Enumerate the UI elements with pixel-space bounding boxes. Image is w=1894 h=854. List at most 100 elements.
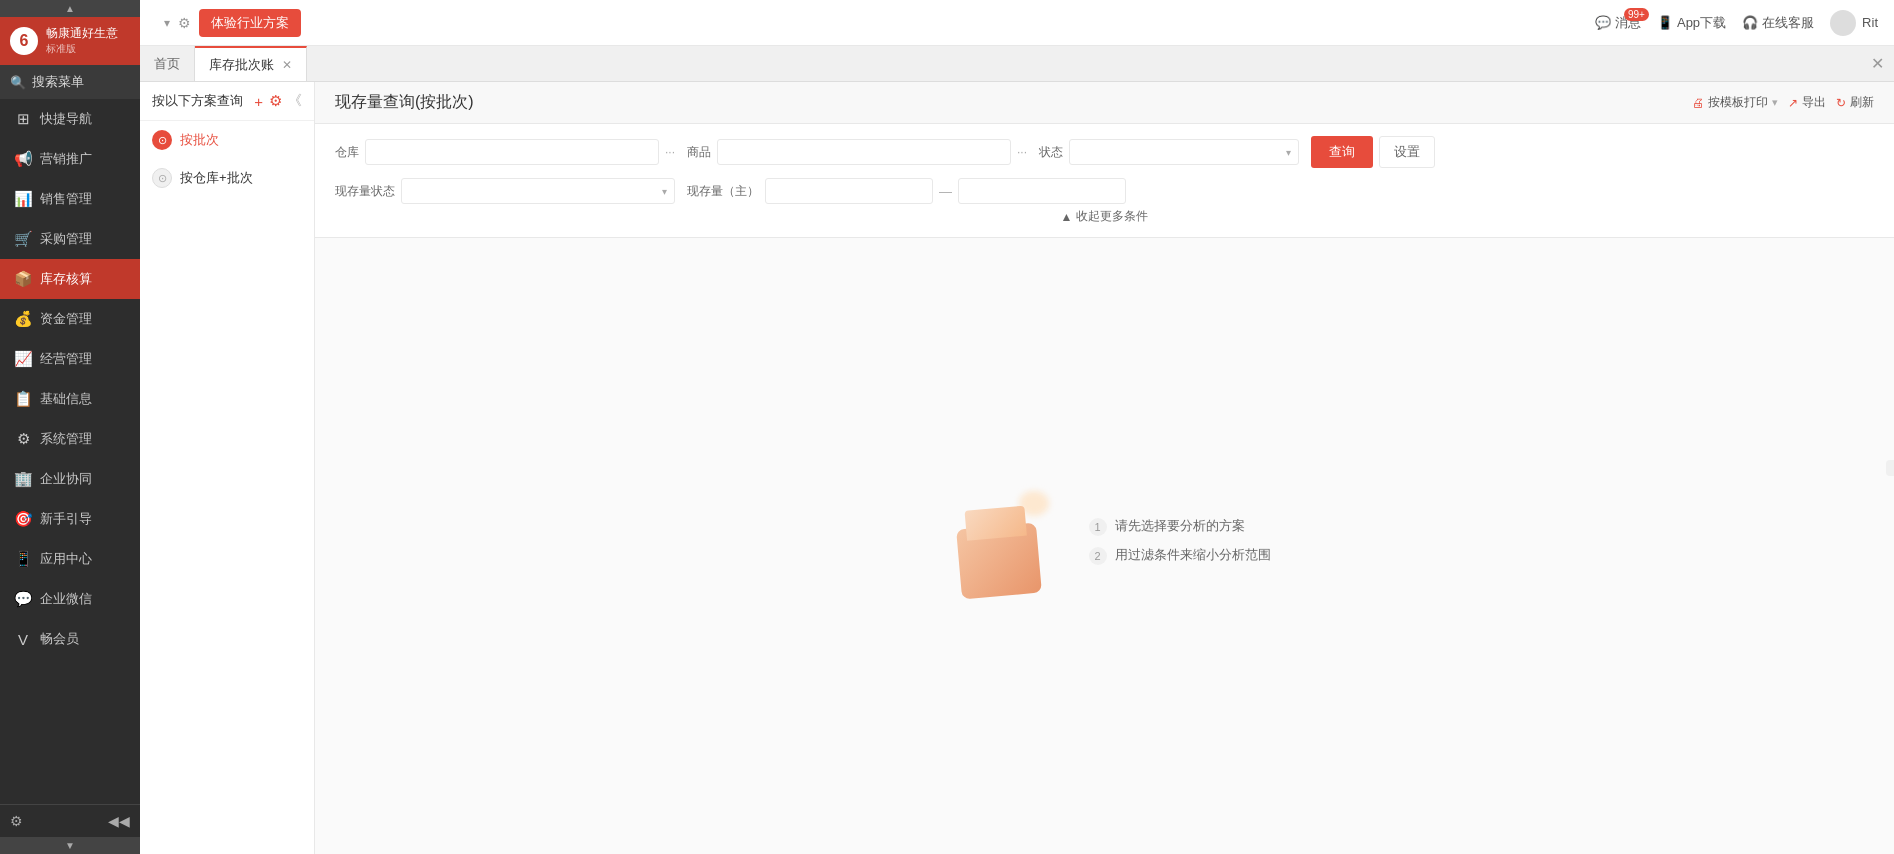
empty-tip-1: 1 请先选择要分析的方案 xyxy=(1089,517,1271,536)
tab-inventory-batch-label: 库存批次账 xyxy=(209,56,274,74)
sidebar-item-wechat[interactable]: 💬 企业微信 xyxy=(0,579,140,619)
status-filter-group: 状态 全部 正常 停用 xyxy=(1039,139,1299,165)
collapse-left-btn[interactable]: 《 xyxy=(288,92,302,110)
plan-icon-wh-batch: ⊙ xyxy=(152,168,172,188)
left-panel-actions: + ⚙ 《 xyxy=(254,92,302,110)
plan-item-by-batch[interactable]: ⊙ 按批次 xyxy=(140,121,314,159)
warehouse-input[interactable] xyxy=(365,139,659,165)
main-area: ▾ ⚙ 体验行业方案 💬 消息 99+ 📱 App下载 🎧 在线客服 Rit xyxy=(140,0,1894,854)
filter-buttons: 查询 设置 xyxy=(1311,136,1435,168)
app-edition: 标准版 xyxy=(46,42,118,56)
sidebar-item-inventory[interactable]: 📦 库存核算 xyxy=(0,259,140,299)
nav-label-wechat: 企业微信 xyxy=(40,590,92,608)
product-label: 商品 xyxy=(687,144,711,161)
sidebar-item-marketing[interactable]: 📢 营销推广 xyxy=(0,139,140,179)
tip-text-1: 请先选择要分析的方案 xyxy=(1115,517,1245,535)
print-dropdown-icon[interactable]: ▾ xyxy=(1772,96,1778,109)
nav-label-operation: 经营管理 xyxy=(40,350,92,368)
tab-inventory-batch[interactable]: 库存批次账 ✕ xyxy=(195,46,307,81)
product-input[interactable] xyxy=(717,139,1011,165)
sidebar-item-operation[interactable]: 📈 经营管理 xyxy=(0,339,140,379)
app-download-btn[interactable]: 📱 App下载 xyxy=(1657,14,1726,32)
nav-icon-newbie: 🎯 xyxy=(14,510,32,528)
topbar-settings-icon[interactable]: ⚙ xyxy=(178,15,191,31)
nav-icon-quick-nav: ⊞ xyxy=(14,110,32,128)
add-plan-btn[interactable]: + xyxy=(254,93,263,110)
left-panel-header: 按以下方案查询 + ⚙ 《 xyxy=(140,82,314,121)
chevron-up-icon: ▲ xyxy=(1061,210,1073,224)
tabs-bar: 首页 库存批次账 ✕ ✕ xyxy=(140,46,1894,82)
breadcrumb-dropdown-icon[interactable]: ▾ xyxy=(164,16,170,30)
online-service-btn[interactable]: 🎧 在线客服 xyxy=(1742,14,1814,32)
sidebar-item-finance[interactable]: 💰 资金管理 xyxy=(0,299,140,339)
inv-amount-max[interactable] xyxy=(958,178,1126,204)
refresh-label: 刷新 xyxy=(1850,94,1874,111)
sidebar-scroll-up[interactable]: ▲ xyxy=(0,0,140,17)
sidebar-item-newbie[interactable]: 🎯 新手引导 xyxy=(0,499,140,539)
tabs-close-all-btn[interactable]: ✕ xyxy=(1861,46,1894,81)
sidebar-nav: ⊞ 快捷导航 📢 营销推广 📊 销售管理 🛒 采购管理 📦 库存核算 💰 资金管… xyxy=(0,99,140,804)
filter-row-1: 仓库 ··· 商品 ··· 状态 xyxy=(335,136,1874,168)
trial-btn[interactable]: 体验行业方案 xyxy=(199,9,301,37)
sidebar-item-basic[interactable]: 📋 基础信息 xyxy=(0,379,140,419)
plan-item-by-warehouse-batch[interactable]: ⊙ 按仓库+批次 xyxy=(140,159,314,197)
message-btn[interactable]: 💬 消息 99+ xyxy=(1595,14,1641,32)
warehouse-dots[interactable]: ··· xyxy=(665,145,675,159)
nav-label-purchase: 采购管理 xyxy=(40,230,92,248)
status-select[interactable]: 全部 正常 停用 xyxy=(1069,139,1299,165)
sidebar-item-enterprise[interactable]: 🏢 企业协同 xyxy=(0,459,140,499)
app-download-icon: 📱 xyxy=(1657,15,1673,30)
refresh-btn[interactable]: ↻ 刷新 xyxy=(1836,94,1874,111)
sidebar-item-vip[interactable]: V 畅会员 xyxy=(0,619,140,659)
app-download-label: App下载 xyxy=(1677,14,1726,32)
nav-label-marketing: 营销推广 xyxy=(40,150,92,168)
tab-home[interactable]: 首页 xyxy=(140,46,195,81)
right-panel: 现存量查询(按批次) 🖨 按模板打印 ▾ ↗ 导出 ↻ 刷新 xyxy=(315,82,1894,854)
topbar-left: ▾ ⚙ 体验行业方案 xyxy=(156,9,301,37)
left-panel-title: 按以下方案查询 xyxy=(152,92,243,110)
sidebar-item-sales[interactable]: 📊 销售管理 xyxy=(0,179,140,219)
nav-icon-purchase: 🛒 xyxy=(14,230,32,248)
export-icon: ↗ xyxy=(1788,96,1798,110)
sidebar-item-system[interactable]: ⚙ 系统管理 xyxy=(0,419,140,459)
message-badge: 99+ xyxy=(1624,8,1649,21)
service-label: 在线客服 xyxy=(1762,14,1814,32)
plan-settings-btn[interactable]: ⚙ xyxy=(269,92,282,110)
query-btn[interactable]: 查询 xyxy=(1311,136,1373,168)
print-btn[interactable]: 🖨 按模板打印 ▾ xyxy=(1692,94,1778,111)
empty-illustration xyxy=(939,486,1059,606)
content-area: 按以下方案查询 + ⚙ 《 ⊙ 按批次 ⊙ 按仓库+批次 现存量查询(按批次) xyxy=(140,82,1894,854)
collapse-more-btn[interactable]: ▲ 收起更多条件 xyxy=(335,204,1874,225)
sidebar-item-app-center[interactable]: 📱 应用中心 xyxy=(0,539,140,579)
filter-row-2: 现存量状态 现存量（主） — xyxy=(335,178,1874,204)
empty-tip-2: 2 用过滤条件来缩小分析范围 xyxy=(1089,546,1271,565)
inv-status-select-wrapper xyxy=(401,178,675,204)
nav-label-finance: 资金管理 xyxy=(40,310,92,328)
tab-close-icon[interactable]: ✕ xyxy=(282,58,292,72)
inv-amount-min[interactable] xyxy=(765,178,933,204)
nav-icon-inventory: 📦 xyxy=(14,270,32,288)
sidebar-item-quick-nav[interactable]: ⊞ 快捷导航 xyxy=(0,99,140,139)
sidebar-item-purchase[interactable]: 🛒 采购管理 xyxy=(0,219,140,259)
sidebar-search[interactable]: 🔍 搜索菜单 xyxy=(0,65,140,99)
warehouse-label: 仓库 xyxy=(335,144,359,161)
collapse-sidebar-btn[interactable]: ◀◀ xyxy=(108,813,130,829)
topbar: ▾ ⚙ 体验行业方案 💬 消息 99+ 📱 App下载 🎧 在线客服 Rit xyxy=(140,0,1894,46)
print-icon: 🖨 xyxy=(1692,96,1704,110)
inv-status-select[interactable] xyxy=(401,178,675,204)
empty-box xyxy=(956,523,1042,600)
right-hint-bar[interactable] xyxy=(1886,460,1894,476)
logo-char: 6 xyxy=(20,32,29,50)
export-btn[interactable]: ↗ 导出 xyxy=(1788,94,1826,111)
settings-btn[interactable]: 设置 xyxy=(1379,136,1435,168)
nav-label-quick-nav: 快捷导航 xyxy=(40,110,92,128)
message-icon: 💬 xyxy=(1595,15,1611,30)
sidebar-scroll-down[interactable]: ▼ xyxy=(0,837,140,854)
user-menu[interactable]: Rit xyxy=(1830,10,1878,36)
nav-label-system: 系统管理 xyxy=(40,430,92,448)
inv-amount-filter-group: 现存量（主） — xyxy=(687,178,1027,204)
product-dots[interactable]: ··· xyxy=(1017,145,1027,159)
sidebar-header: 6 畅康通好生意 标准版 xyxy=(0,17,140,65)
settings-footer-btn[interactable]: ⚙ xyxy=(10,813,23,829)
page-header: 现存量查询(按批次) 🖨 按模板打印 ▾ ↗ 导出 ↻ 刷新 xyxy=(315,82,1894,124)
